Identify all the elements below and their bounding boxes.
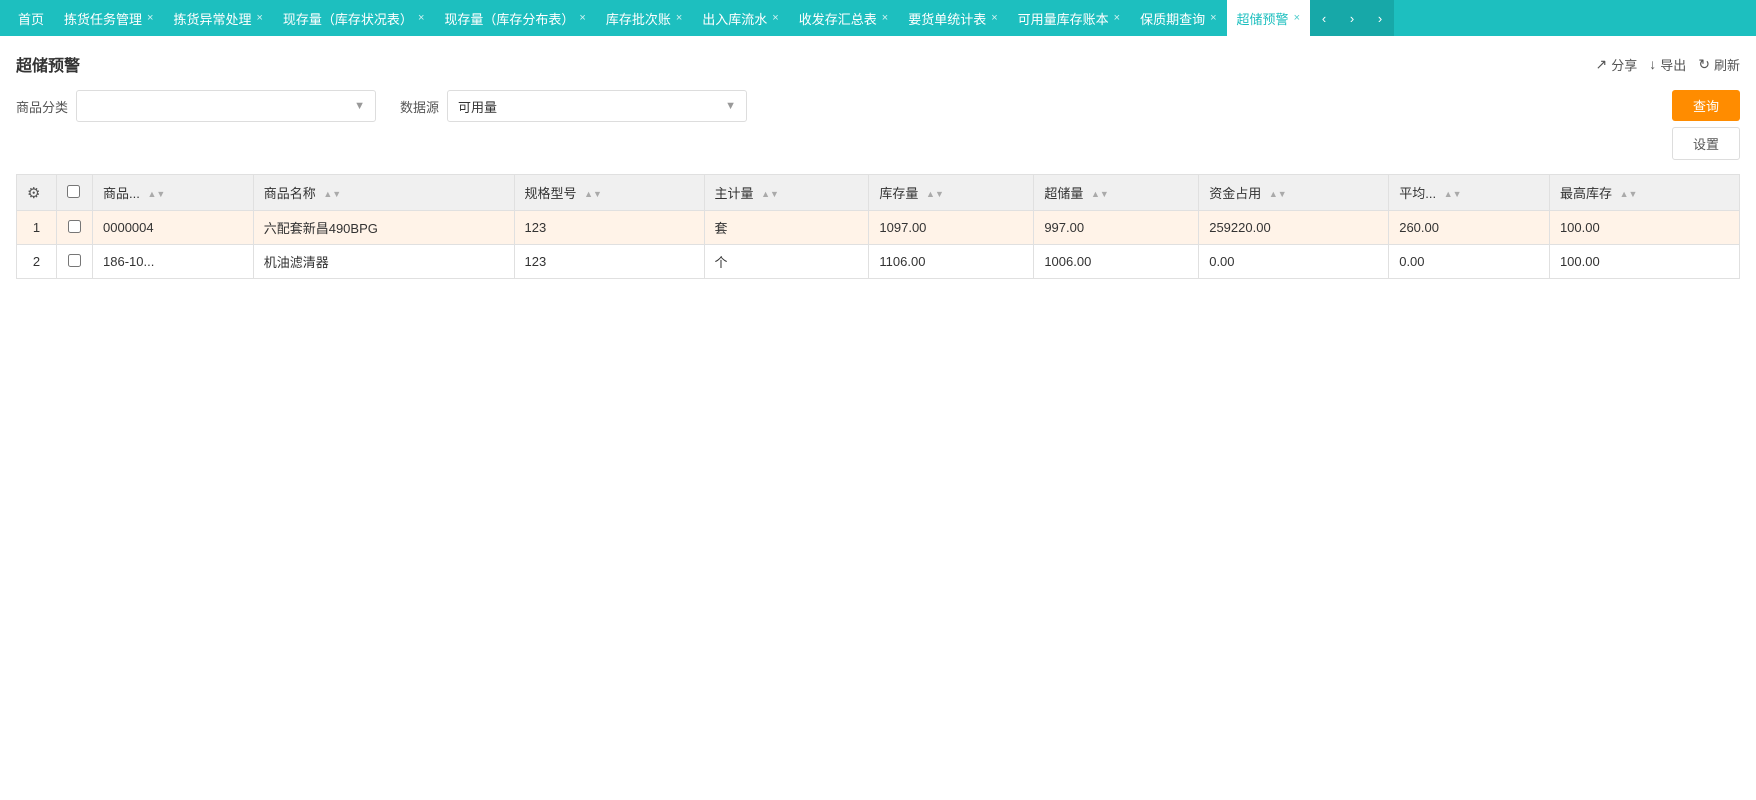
close-batch-account-icon[interactable]: × bbox=[676, 12, 682, 24]
product-category-select[interactable]: ▼ bbox=[76, 90, 376, 122]
cell-max-stock: 100.00 bbox=[1549, 245, 1739, 279]
share-button[interactable]: ↗ 分享 bbox=[1595, 55, 1637, 74]
th-spec[interactable]: 规格型号 ▲▼ bbox=[514, 175, 704, 211]
close-stock-dist-icon[interactable]: × bbox=[579, 12, 585, 24]
main-content: 超储预警 ↗ 分享 ↓ 导出 ↻ 刷新 商品分类 ▼ bbox=[0, 36, 1756, 800]
top-navigation: 首页 拣货任务管理 × 拣货异常处理 × 现存量（库存状况表） × 现存量（库存… bbox=[0, 0, 1756, 36]
cell-capital: 259220.00 bbox=[1199, 211, 1389, 245]
nav-order-stat[interactable]: 要货单统计表 × bbox=[898, 0, 1007, 36]
export-button[interactable]: ↓ 导出 bbox=[1649, 55, 1686, 74]
sort-max-stock-icon: ▲▼ bbox=[1620, 190, 1638, 199]
close-pick-task-icon[interactable]: × bbox=[147, 12, 153, 24]
cell-row-index: 2 bbox=[17, 245, 57, 279]
nav-avail-account[interactable]: 可用量库存账本 × bbox=[1008, 0, 1130, 36]
row-checkbox-cell[interactable] bbox=[57, 245, 93, 279]
cell-unit: 套 bbox=[704, 211, 869, 245]
th-avg[interactable]: 平均... ▲▼ bbox=[1389, 175, 1550, 211]
cell-spec: 123 bbox=[514, 211, 704, 245]
table-row: 2 186-10... 机油滤清器 123 个 1106.00 1006.00 … bbox=[17, 245, 1740, 279]
refresh-icon: ↻ bbox=[1698, 56, 1710, 73]
data-source-select[interactable]: 可用量 ▼ bbox=[447, 90, 747, 122]
share-icon: ↗ bbox=[1595, 56, 1607, 73]
row-checkbox-0[interactable] bbox=[68, 220, 81, 233]
th-product-name[interactable]: 商品名称 ▲▼ bbox=[253, 175, 514, 211]
cell-stock: 1097.00 bbox=[869, 211, 1034, 245]
nav-pick-task[interactable]: 拣货任务管理 × bbox=[54, 0, 163, 36]
th-capital[interactable]: 资金占用 ▲▼ bbox=[1199, 175, 1389, 211]
cell-product-name: 机油滤清器 bbox=[253, 245, 514, 279]
th-unit[interactable]: 主计量 ▲▼ bbox=[704, 175, 869, 211]
nav-prev-arrow[interactable]: ‹ bbox=[1310, 0, 1338, 36]
cell-spec: 123 bbox=[514, 245, 704, 279]
close-order-stat-icon[interactable]: × bbox=[991, 12, 997, 24]
data-source-filter: 数据源 可用量 ▼ bbox=[400, 90, 747, 122]
nav-home[interactable]: 首页 bbox=[8, 0, 54, 36]
settings-gear-icon[interactable]: ⚙ bbox=[27, 185, 40, 202]
sort-unit-icon: ▲▼ bbox=[761, 190, 779, 199]
product-category-filter: 商品分类 ▼ bbox=[16, 90, 376, 122]
sort-product-code-icon: ▲▼ bbox=[147, 190, 165, 199]
th-settings[interactable]: ⚙ bbox=[17, 175, 57, 211]
nav-pick-exception[interactable]: 拣货异常处理 × bbox=[163, 0, 272, 36]
sort-avg-icon: ▲▼ bbox=[1444, 190, 1462, 199]
data-table: ⚙ 商品... ▲▼ 商品名称 ▲▼ 规格型号 ▲▼ 主计 bbox=[16, 174, 1740, 279]
cell-overstock: 1006.00 bbox=[1034, 245, 1199, 279]
th-stock[interactable]: 库存量 ▲▼ bbox=[869, 175, 1034, 211]
close-flow-icon[interactable]: × bbox=[772, 12, 778, 24]
nav-quality-query[interactable]: 保质期查询 × bbox=[1130, 0, 1226, 36]
th-overstock[interactable]: 超储量 ▲▼ bbox=[1034, 175, 1199, 211]
th-checkbox[interactable] bbox=[57, 175, 93, 211]
nav-overstock-warning[interactable]: 超储预警 × bbox=[1227, 0, 1310, 36]
sort-product-name-icon: ▲▼ bbox=[323, 190, 341, 199]
close-pick-exception-icon[interactable]: × bbox=[256, 12, 262, 24]
row-checkbox-1[interactable] bbox=[68, 254, 81, 267]
cell-max-stock: 100.00 bbox=[1549, 211, 1739, 245]
nav-stock-dist[interactable]: 现存量（库存分布表） × bbox=[434, 0, 595, 36]
nav-flow[interactable]: 出入库流水 × bbox=[692, 0, 788, 36]
table-header-row: ⚙ 商品... ▲▼ 商品名称 ▲▼ 规格型号 ▲▼ 主计 bbox=[17, 175, 1740, 211]
close-avail-account-icon[interactable]: × bbox=[1114, 12, 1120, 24]
close-stock-status-icon[interactable]: × bbox=[418, 12, 424, 24]
refresh-button[interactable]: ↻ 刷新 bbox=[1698, 55, 1740, 74]
cell-product-name: 六配套新昌490BPG bbox=[253, 211, 514, 245]
cell-avg: 260.00 bbox=[1389, 211, 1550, 245]
table-row: 1 0000004 六配套新昌490BPG 123 套 1097.00 997.… bbox=[17, 211, 1740, 245]
product-category-label: 商品分类 bbox=[16, 97, 68, 116]
cell-avg: 0.00 bbox=[1389, 245, 1550, 279]
sort-overstock-icon: ▲▼ bbox=[1091, 190, 1109, 199]
close-summary-icon[interactable]: × bbox=[882, 12, 888, 24]
data-source-dropdown-icon: ▼ bbox=[725, 100, 736, 112]
th-max-stock[interactable]: 最高库存 ▲▼ bbox=[1549, 175, 1739, 211]
cell-product-code: 0000004 bbox=[93, 211, 254, 245]
page-title: 超储预警 bbox=[16, 52, 80, 76]
nav-batch-account[interactable]: 库存批次账 × bbox=[596, 0, 692, 36]
data-source-label: 数据源 bbox=[400, 97, 439, 116]
cell-row-index: 1 bbox=[17, 211, 57, 245]
sort-spec-icon: ▲▼ bbox=[584, 190, 602, 199]
nav-more-arrow[interactable]: › bbox=[1366, 0, 1394, 36]
close-quality-icon[interactable]: × bbox=[1210, 12, 1216, 24]
page-header: 超储预警 ↗ 分享 ↓ 导出 ↻ 刷新 bbox=[16, 52, 1740, 76]
close-overstock-icon[interactable]: × bbox=[1294, 12, 1300, 24]
page-actions: ↗ 分享 ↓ 导出 ↻ 刷新 bbox=[1595, 55, 1740, 74]
product-category-dropdown-icon: ▼ bbox=[354, 100, 365, 112]
cell-capital: 0.00 bbox=[1199, 245, 1389, 279]
nav-stock-status[interactable]: 现存量（库存状况表） × bbox=[273, 0, 434, 36]
cell-overstock: 997.00 bbox=[1034, 211, 1199, 245]
cell-stock: 1106.00 bbox=[869, 245, 1034, 279]
sort-capital-icon: ▲▼ bbox=[1269, 190, 1287, 199]
cell-product-code: 186-10... bbox=[93, 245, 254, 279]
settings-button[interactable]: 设置 bbox=[1672, 127, 1740, 160]
select-all-checkbox[interactable] bbox=[67, 185, 80, 198]
export-icon: ↓ bbox=[1649, 56, 1656, 72]
sort-stock-icon: ▲▼ bbox=[926, 190, 944, 199]
query-button[interactable]: 查询 bbox=[1672, 90, 1740, 121]
cell-unit: 个 bbox=[704, 245, 869, 279]
th-product-code[interactable]: 商品... ▲▼ bbox=[93, 175, 254, 211]
nav-summary[interactable]: 收发存汇总表 × bbox=[789, 0, 898, 36]
nav-next-arrow[interactable]: › bbox=[1338, 0, 1366, 36]
row-checkbox-cell[interactable] bbox=[57, 211, 93, 245]
